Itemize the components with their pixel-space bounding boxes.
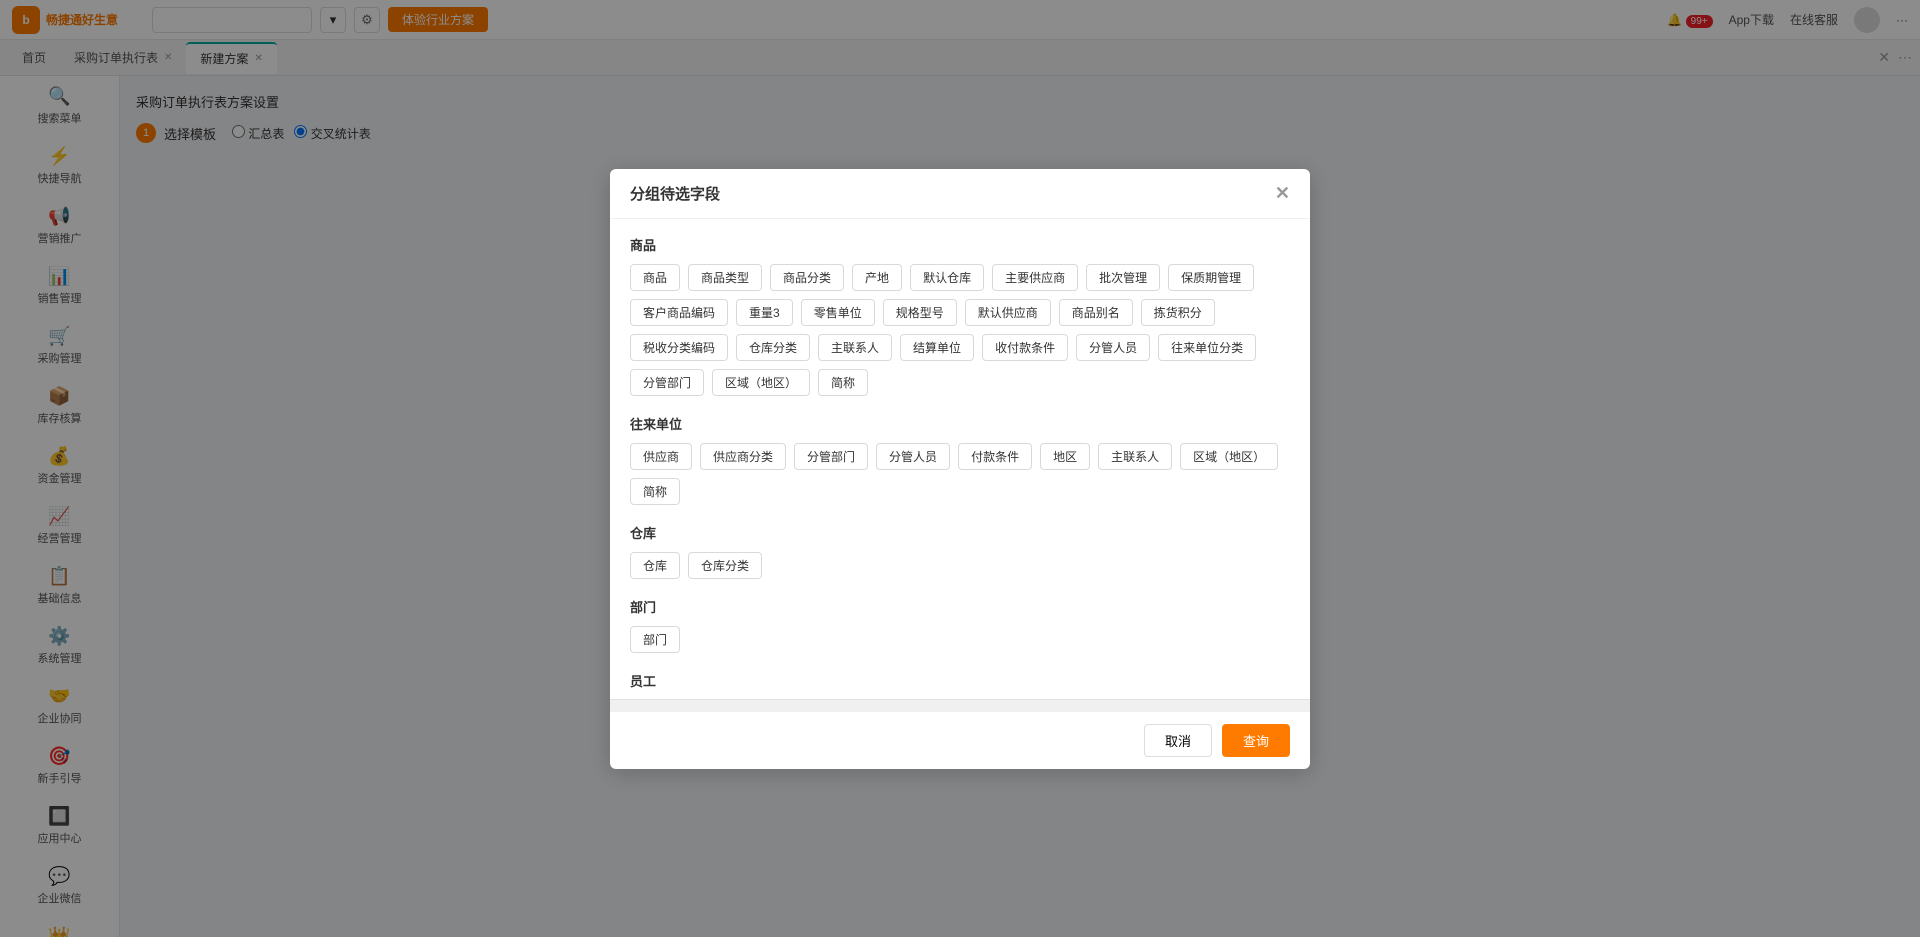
section-warehouse-title: 仓库 xyxy=(630,523,1290,542)
chip-partner-6[interactable]: 主联系人 xyxy=(1098,443,1172,470)
chip-partner-8[interactable]: 简称 xyxy=(630,478,680,505)
chip-product-16[interactable]: 仓库分类 xyxy=(736,334,810,361)
chip-partner-0[interactable]: 供应商 xyxy=(630,443,692,470)
section-partner: 往来单位 供应商 供应商分类 分管部门 分管人员 付款条件 地区 主联系人 区域… xyxy=(630,414,1290,505)
chip-partner-2[interactable]: 分管部门 xyxy=(794,443,868,470)
chip-product-21[interactable]: 往来单位分类 xyxy=(1158,334,1256,361)
modal-header: 分组待选字段 ✕ xyxy=(610,169,1310,219)
chip-product-20[interactable]: 分管人员 xyxy=(1076,334,1150,361)
chip-department-0[interactable]: 部门 xyxy=(630,626,680,653)
chip-product-14[interactable]: 拣货积分 xyxy=(1141,299,1215,326)
modal-footer: 取消 查询 xyxy=(610,711,1310,769)
chip-product-23[interactable]: 区域（地区） xyxy=(712,369,810,396)
modal-field-selector: 分组待选字段 ✕ 商品 商品 商品类型 商品分类 产地 默认仓库 主要供应商 批… xyxy=(610,169,1310,769)
cancel-button[interactable]: 取消 xyxy=(1144,724,1212,757)
section-product-title: 商品 xyxy=(630,235,1290,254)
modal-close-icon[interactable]: ✕ xyxy=(1275,183,1290,204)
chip-product-6[interactable]: 批次管理 xyxy=(1086,264,1160,291)
product-chips: 商品 商品类型 商品分类 产地 默认仓库 主要供应商 批次管理 保质期管理 客户… xyxy=(630,264,1290,396)
warehouse-chips: 仓库 仓库分类 xyxy=(630,552,1290,579)
chip-product-13[interactable]: 商品别名 xyxy=(1059,299,1133,326)
modal-hscroll[interactable] xyxy=(610,699,1310,711)
confirm-button[interactable]: 查询 xyxy=(1222,724,1290,757)
chip-warehouse-0[interactable]: 仓库 xyxy=(630,552,680,579)
section-employee: 员工 业务员 xyxy=(630,671,1290,699)
section-department: 部门 部门 xyxy=(630,597,1290,653)
chip-partner-3[interactable]: 分管人员 xyxy=(876,443,950,470)
chip-product-10[interactable]: 零售单位 xyxy=(801,299,875,326)
chip-product-3[interactable]: 产地 xyxy=(852,264,902,291)
modal-body: 商品 商品 商品类型 商品分类 产地 默认仓库 主要供应商 批次管理 保质期管理… xyxy=(610,219,1310,699)
section-partner-title: 往来单位 xyxy=(630,414,1290,433)
chip-product-2[interactable]: 商品分类 xyxy=(770,264,844,291)
modal-title: 分组待选字段 xyxy=(630,183,720,204)
chip-partner-1[interactable]: 供应商分类 xyxy=(700,443,786,470)
chip-product-0[interactable]: 商品 xyxy=(630,264,680,291)
chip-product-9[interactable]: 重量3 xyxy=(736,299,793,326)
chip-product-24[interactable]: 简称 xyxy=(818,369,868,396)
section-warehouse: 仓库 仓库 仓库分类 xyxy=(630,523,1290,579)
partner-chips: 供应商 供应商分类 分管部门 分管人员 付款条件 地区 主联系人 区域（地区） … xyxy=(630,443,1290,505)
chip-product-4[interactable]: 默认仓库 xyxy=(910,264,984,291)
chip-partner-4[interactable]: 付款条件 xyxy=(958,443,1032,470)
chip-product-1[interactable]: 商品类型 xyxy=(688,264,762,291)
chip-product-19[interactable]: 收付款条件 xyxy=(982,334,1068,361)
chip-partner-5[interactable]: 地区 xyxy=(1040,443,1090,470)
chip-product-22[interactable]: 分管部门 xyxy=(630,369,704,396)
chip-product-18[interactable]: 结算单位 xyxy=(900,334,974,361)
chip-partner-7[interactable]: 区域（地区） xyxy=(1180,443,1278,470)
chip-product-8[interactable]: 客户商品编码 xyxy=(630,299,728,326)
chip-product-15[interactable]: 税收分类编码 xyxy=(630,334,728,361)
department-chips: 部门 xyxy=(630,626,1290,653)
chip-warehouse-1[interactable]: 仓库分类 xyxy=(688,552,762,579)
section-product: 商品 商品 商品类型 商品分类 产地 默认仓库 主要供应商 批次管理 保质期管理… xyxy=(630,235,1290,396)
chip-product-17[interactable]: 主联系人 xyxy=(818,334,892,361)
chip-product-7[interactable]: 保质期管理 xyxy=(1168,264,1254,291)
chip-product-5[interactable]: 主要供应商 xyxy=(992,264,1078,291)
section-employee-title: 员工 xyxy=(630,671,1290,690)
chip-product-12[interactable]: 默认供应商 xyxy=(965,299,1051,326)
chip-product-11[interactable]: 规格型号 xyxy=(883,299,957,326)
section-department-title: 部门 xyxy=(630,597,1290,616)
